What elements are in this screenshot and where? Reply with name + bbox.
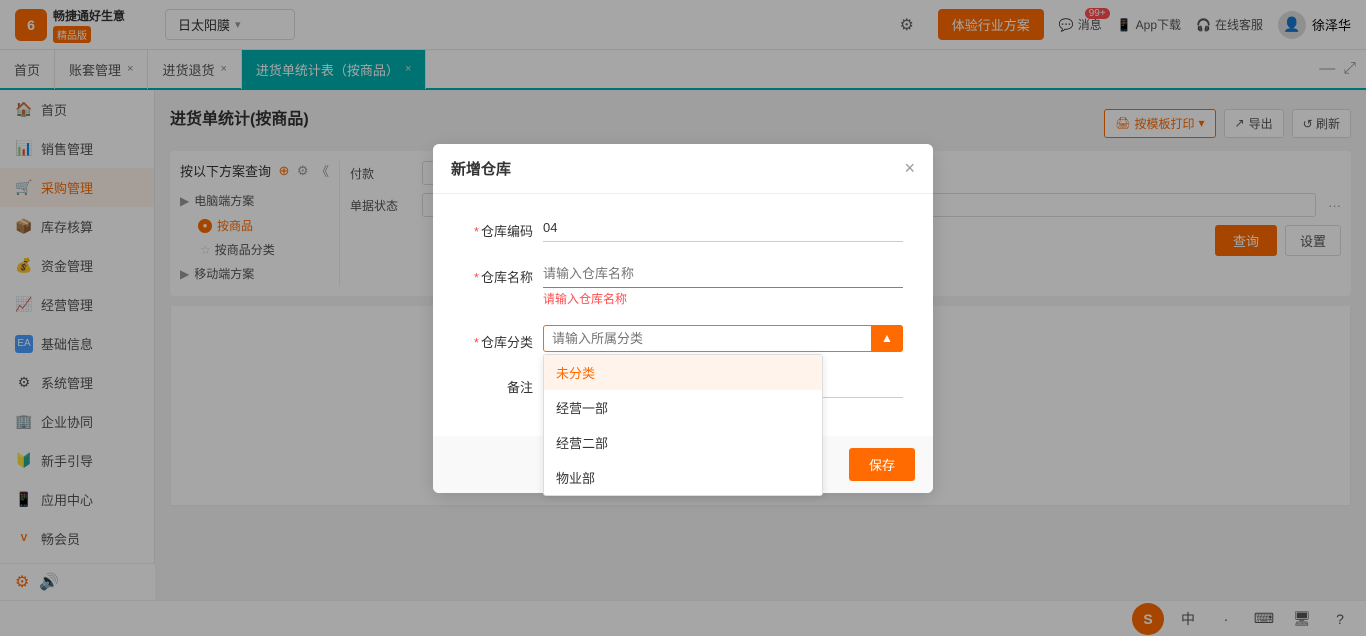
dropdown-item-dept3[interactable]: 物业部 — [544, 460, 822, 495]
warehouse-dialog: 新增仓库 × 仓库编码 仓库名称 请输入仓库名称 仓库分类 — [433, 144, 933, 493]
form-row-classify: 仓库分类 ▲ 未分类 经营一部 经营二部 物业部 — [463, 325, 903, 352]
classify-wrapper: ▲ 未分类 经营一部 经营二部 物业部 — [543, 325, 903, 352]
dialog-title: 新增仓库 — [451, 158, 511, 179]
dropdown-item-dept1[interactable]: 经营一部 — [544, 390, 822, 425]
warehouse-name-input[interactable] — [543, 260, 903, 288]
modal-overlay: 新增仓库 × 仓库编码 仓库名称 请输入仓库名称 仓库分类 — [0, 0, 1366, 636]
warehouse-name-error: 请输入仓库名称 — [543, 290, 903, 307]
classify-input[interactable] — [543, 325, 903, 352]
classify-dropdown: 未分类 经营一部 经营二部 物业部 — [543, 354, 823, 496]
form-row-name: 仓库名称 请输入仓库名称 — [463, 260, 903, 307]
warehouse-name-label: 仓库名称 — [463, 260, 533, 286]
dialog-header: 新增仓库 × — [433, 144, 933, 194]
classify-toggle-icon[interactable]: ▲ — [871, 325, 903, 352]
dropdown-item-dept2[interactable]: 经营二部 — [544, 425, 822, 460]
warehouse-code-input[interactable] — [543, 214, 903, 242]
save-button[interactable]: 保存 — [849, 448, 915, 481]
dialog-body: 仓库编码 仓库名称 请输入仓库名称 仓库分类 ▲ — [433, 194, 933, 436]
form-row-code: 仓库编码 — [463, 214, 903, 242]
classify-label: 仓库分类 — [463, 325, 533, 351]
warehouse-name-wrapper: 请输入仓库名称 — [543, 260, 903, 307]
dialog-close-icon[interactable]: × — [904, 159, 915, 177]
warehouse-code-label: 仓库编码 — [463, 214, 533, 240]
dropdown-item-unclassified[interactable]: 未分类 — [544, 355, 822, 390]
warehouse-code-wrapper — [543, 214, 903, 242]
remark-label: 备注 — [463, 370, 533, 396]
